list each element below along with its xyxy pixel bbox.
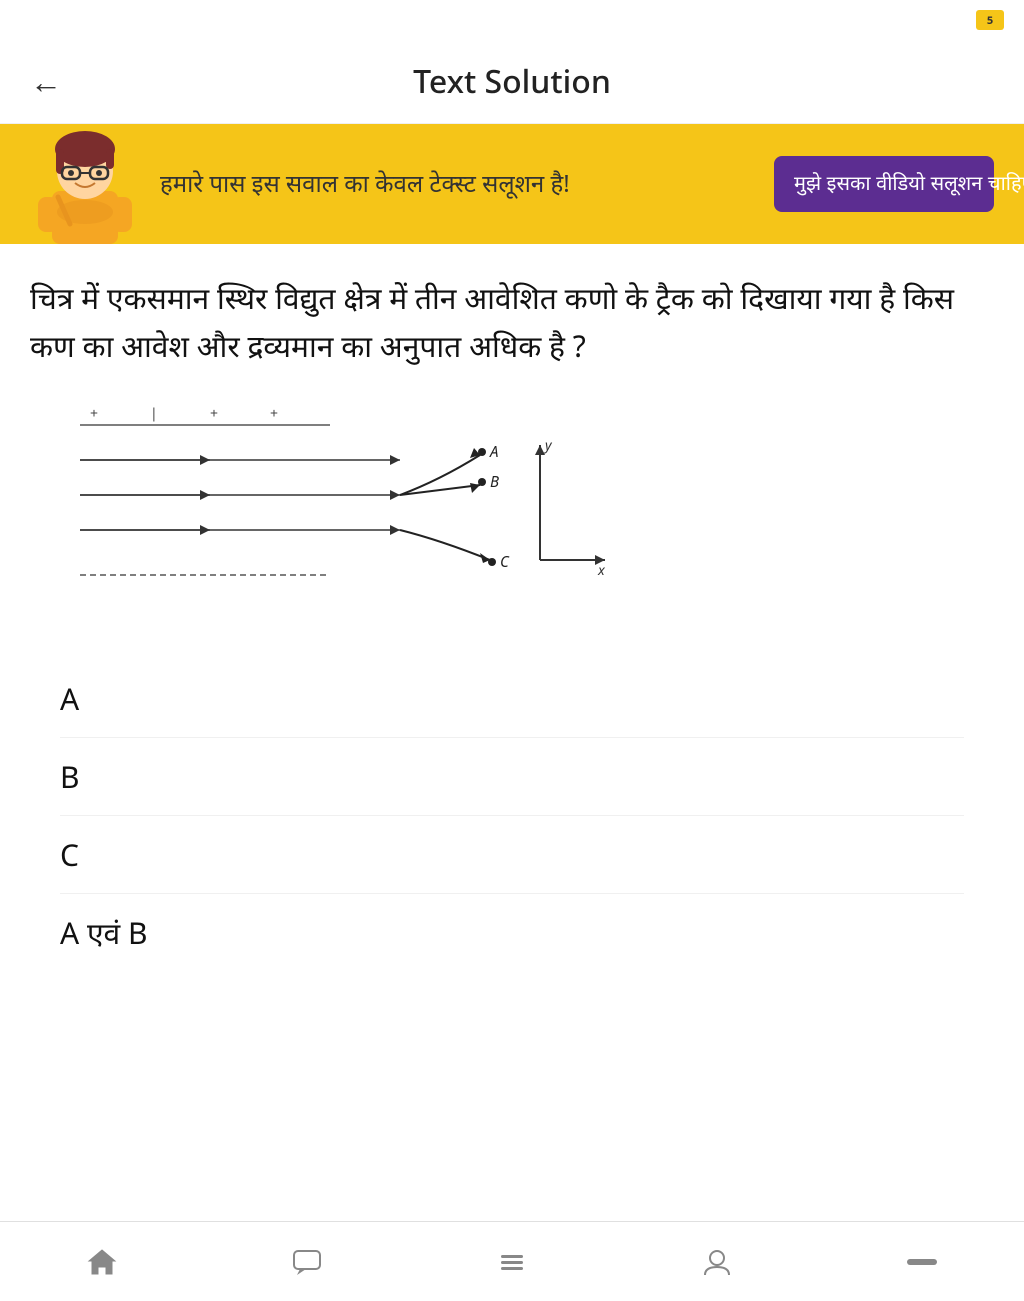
question-text: चित्र में एकसमान स्थिर विद्युत क्षेत्र म…: [30, 274, 994, 370]
question-section: चित्र में एकसमान स्थिर विद्युत क्षेत्र म…: [0, 244, 1024, 650]
home-icon: [84, 1244, 120, 1280]
svg-text:C: C: [500, 552, 510, 572]
status-bar: 5: [0, 0, 1024, 40]
svg-text:+: +: [270, 404, 278, 423]
nav-profile[interactable]: [699, 1244, 735, 1280]
banner-text: हमारे पास इस सवाल का केवल टेक्स्ट सलूशन …: [160, 166, 774, 202]
more-icon: [904, 1244, 940, 1280]
svg-text:|: |: [150, 404, 158, 423]
svg-text:x: x: [597, 561, 606, 580]
profile-icon: [699, 1244, 735, 1280]
option-c[interactable]: C: [60, 816, 964, 894]
svg-text:B: B: [490, 472, 499, 492]
header: ← Text Solution: [0, 40, 1024, 124]
nav-more[interactable]: [904, 1244, 940, 1280]
avatar: [30, 129, 140, 239]
options-section: A B C A एवं B: [0, 650, 1024, 981]
svg-text:+: +: [90, 404, 98, 423]
option-ab[interactable]: A एवं B: [60, 894, 964, 971]
nav-home[interactable]: [84, 1244, 120, 1280]
diagram-svg: + | + +: [50, 390, 610, 610]
option-a[interactable]: A: [60, 660, 964, 738]
bottom-nav: [0, 1221, 1024, 1301]
svg-text:y: y: [543, 436, 553, 455]
nav-menu[interactable]: [494, 1244, 530, 1280]
banner: हमारे पास इस सवाल का केवल टेक्स्ट सलूशन …: [0, 124, 1024, 244]
chat-icon: [289, 1244, 325, 1280]
option-b[interactable]: B: [60, 738, 964, 816]
nav-chat[interactable]: [289, 1244, 325, 1280]
video-solution-button[interactable]: मुझे इसका वीडियो सलूशन चाहिए!: [774, 156, 994, 212]
menu-icon: [494, 1244, 530, 1280]
status-icon: 5: [976, 10, 1004, 30]
page-title: Text Solution: [82, 60, 942, 103]
back-button[interactable]: ←: [30, 66, 62, 98]
svg-text:A: A: [489, 442, 498, 462]
svg-text:+: +: [210, 404, 218, 423]
diagram-container: + | + +: [50, 390, 974, 610]
